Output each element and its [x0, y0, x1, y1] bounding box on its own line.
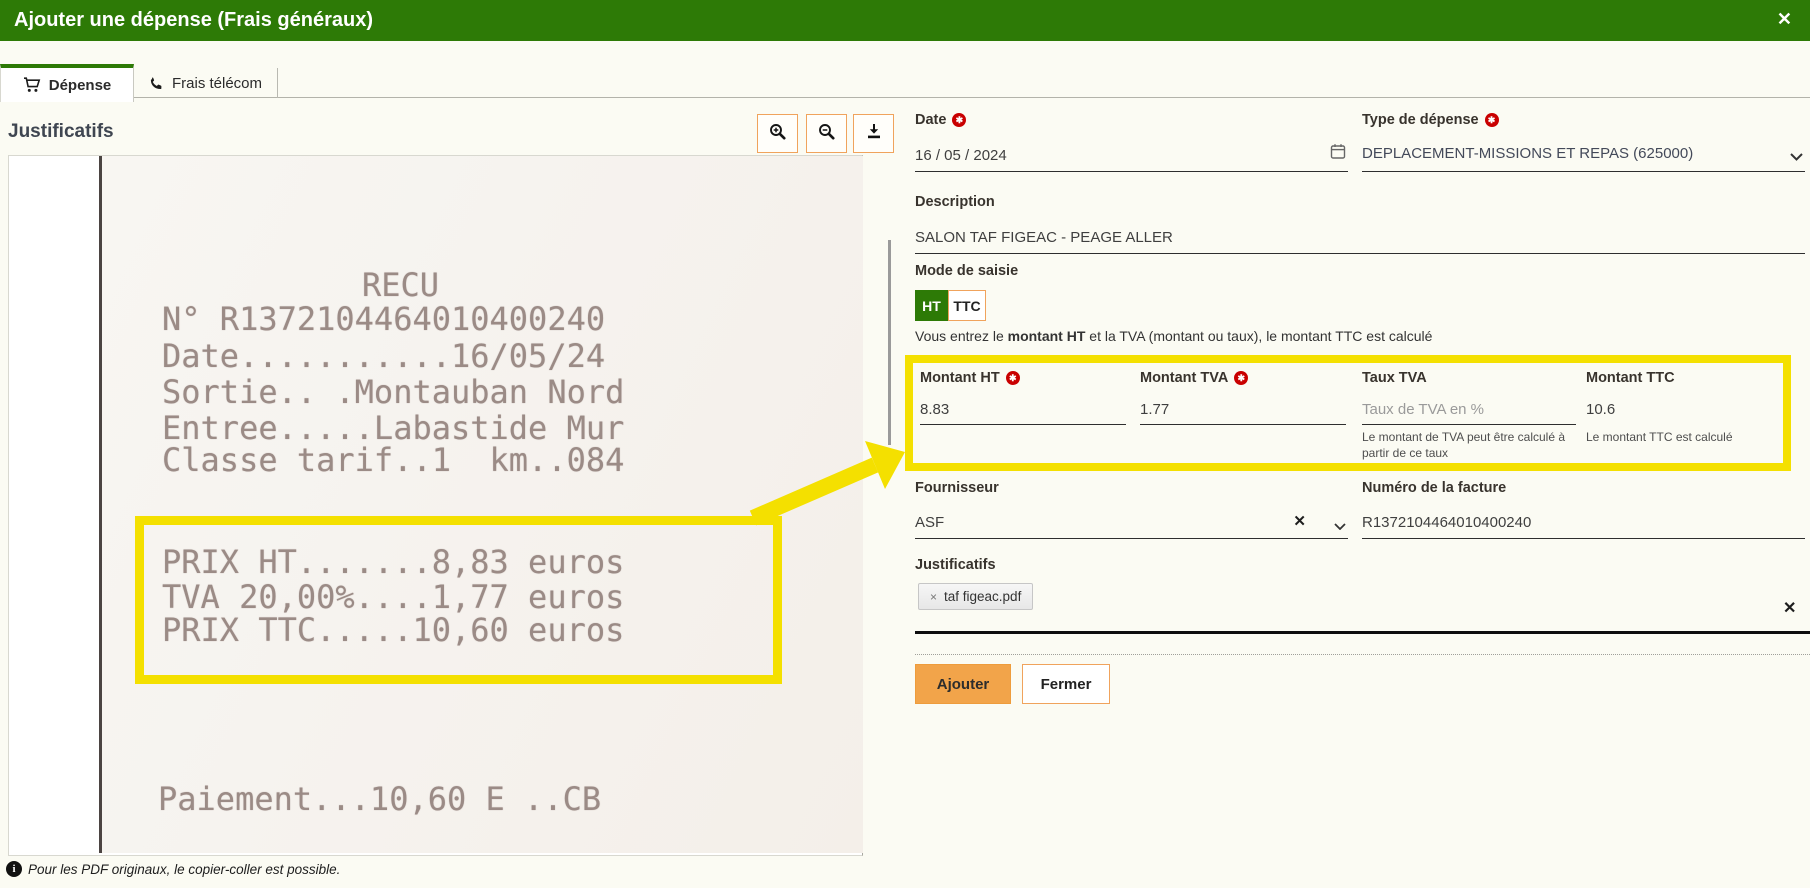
receipt-scan	[99, 156, 863, 853]
justificatifs-underline	[915, 631, 1810, 634]
pdf-note-text: Pour les PDF originaux, le copier-coller…	[28, 861, 341, 877]
download-button[interactable]	[853, 114, 894, 153]
entry-mode-hint: Vous entrez le montant HT et la TVA (mon…	[915, 328, 1433, 344]
fournisseur-label: Fournisseur	[915, 480, 999, 496]
zoom-out-icon	[818, 123, 835, 145]
chevron-down-icon	[1790, 148, 1803, 165]
clear-icon[interactable]: ✕	[1293, 512, 1306, 530]
required-icon: ✱	[952, 113, 967, 127]
taux-tva-helper: Le montant de TVA peut être calculé à pa…	[1362, 430, 1566, 460]
fournisseur-field[interactable]: ✕	[915, 506, 1348, 539]
file-tag[interactable]: × taf figeac.pdf	[918, 583, 1034, 610]
montant-ttc-helper: Le montant TTC est calculé	[1586, 430, 1733, 444]
montant-ttc-input	[1586, 394, 1786, 424]
facture-label: Numéro de la facture	[1362, 480, 1507, 496]
mode-ttc-button[interactable]: TTC	[948, 290, 986, 321]
description-field[interactable]	[915, 221, 1805, 254]
montant-ttc-field	[1586, 394, 1786, 424]
taux-tva-label: Taux TVA	[1362, 370, 1427, 386]
viewer-scrollbar[interactable]	[888, 240, 891, 445]
taux-tva-input[interactable]	[1362, 394, 1576, 424]
zoom-out-button[interactable]	[806, 114, 847, 153]
mode-ht-button[interactable]: HT	[915, 290, 948, 321]
required-icon: ✱	[1484, 113, 1499, 127]
receipt-line: PRIX HT.......8,83 euros	[162, 543, 625, 581]
date-input[interactable]	[915, 139, 1348, 171]
facture-input[interactable]	[1362, 506, 1805, 538]
tab-depense-label: Dépense	[48, 76, 112, 94]
modal-header: Ajouter une dépense (Frais généraux) ✕	[0, 0, 1810, 41]
tabbar-divider	[133, 97, 1810, 98]
chevron-down-icon[interactable]	[1334, 517, 1346, 535]
receipt-line: PRIX TTC.....10,60 euros	[162, 611, 625, 649]
montant-ht-field[interactable]	[920, 394, 1126, 425]
expense-type-select[interactable]: DEPLACEMENT-MISSIONS ET REPAS (625000)	[1362, 139, 1805, 172]
facture-field[interactable]	[1362, 506, 1805, 539]
cart-icon	[23, 77, 41, 93]
clear-all-files-icon[interactable]: ✕	[1783, 598, 1796, 618]
entry-mode-label: Mode de saisie	[915, 263, 1019, 279]
tab-frais-telecom-label: Frais télécom	[171, 74, 263, 92]
justificatifs-viewer-heading: Justificatifs	[8, 121, 114, 142]
add-expense-modal: Ajouter une dépense (Frais généraux) ✕ D…	[0, 0, 1810, 888]
expense-type-label: Type de dépense ✱	[1362, 112, 1499, 128]
form-separator	[915, 654, 1810, 655]
ajouter-button[interactable]: Ajouter	[915, 664, 1011, 704]
download-icon	[866, 123, 882, 144]
info-icon: i	[6, 861, 22, 877]
entry-mode-toggle: HT TTC	[915, 290, 986, 321]
receipt-line: RECU	[362, 266, 440, 304]
receipt-line: Classe tarif..1 km..084	[162, 441, 625, 479]
montant-ht-label: Montant HT ✱	[920, 370, 1020, 386]
zoom-in-icon	[769, 123, 786, 145]
taux-tva-field[interactable]	[1362, 394, 1576, 425]
zoom-in-button[interactable]	[757, 114, 798, 153]
calendar-icon[interactable]	[1330, 143, 1346, 165]
montant-tva-input[interactable]	[1140, 394, 1346, 424]
montant-ttc-label: Montant TTC	[1586, 370, 1675, 386]
montant-ht-input[interactable]	[920, 394, 1126, 424]
required-icon: ✱	[1005, 371, 1020, 385]
receipt-line: N° R1372104464010400240	[162, 300, 606, 338]
required-icon: ✱	[1234, 371, 1249, 385]
tab-depense[interactable]: Dépense	[0, 64, 134, 102]
date-field[interactable]	[915, 139, 1348, 172]
expense-type-value: DEPLACEMENT-MISSIONS ET REPAS (625000)	[1362, 145, 1694, 162]
receipt-line: Paiement...10,60 E ..CB	[158, 780, 602, 818]
file-tag-label: taf figeac.pdf	[944, 589, 1022, 604]
date-label: Date ✱	[915, 112, 967, 128]
description-label: Description	[915, 194, 995, 210]
receipt-line: Date...........16/05/24	[162, 337, 606, 375]
close-icon[interactable]: ✕	[1777, 9, 1792, 30]
justificatifs-label: Justificatifs	[915, 557, 996, 573]
tab-frais-telecom[interactable]: Frais télécom	[134, 68, 278, 98]
montant-tva-field[interactable]	[1140, 394, 1346, 425]
fermer-button[interactable]: Fermer	[1022, 664, 1110, 704]
montant-tva-label: Montant TVA ✱	[1140, 370, 1249, 386]
remove-file-icon[interactable]: ×	[930, 590, 937, 604]
modal-title: Ajouter une dépense (Frais généraux)	[14, 9, 373, 31]
description-input[interactable]	[915, 221, 1805, 253]
fournisseur-input[interactable]	[915, 506, 1285, 538]
pdf-note: i Pour les PDF originaux, le copier-coll…	[6, 861, 340, 877]
receipt-line: Sortie.. .Montauban Nord	[162, 373, 625, 411]
phone-icon	[149, 76, 164, 91]
